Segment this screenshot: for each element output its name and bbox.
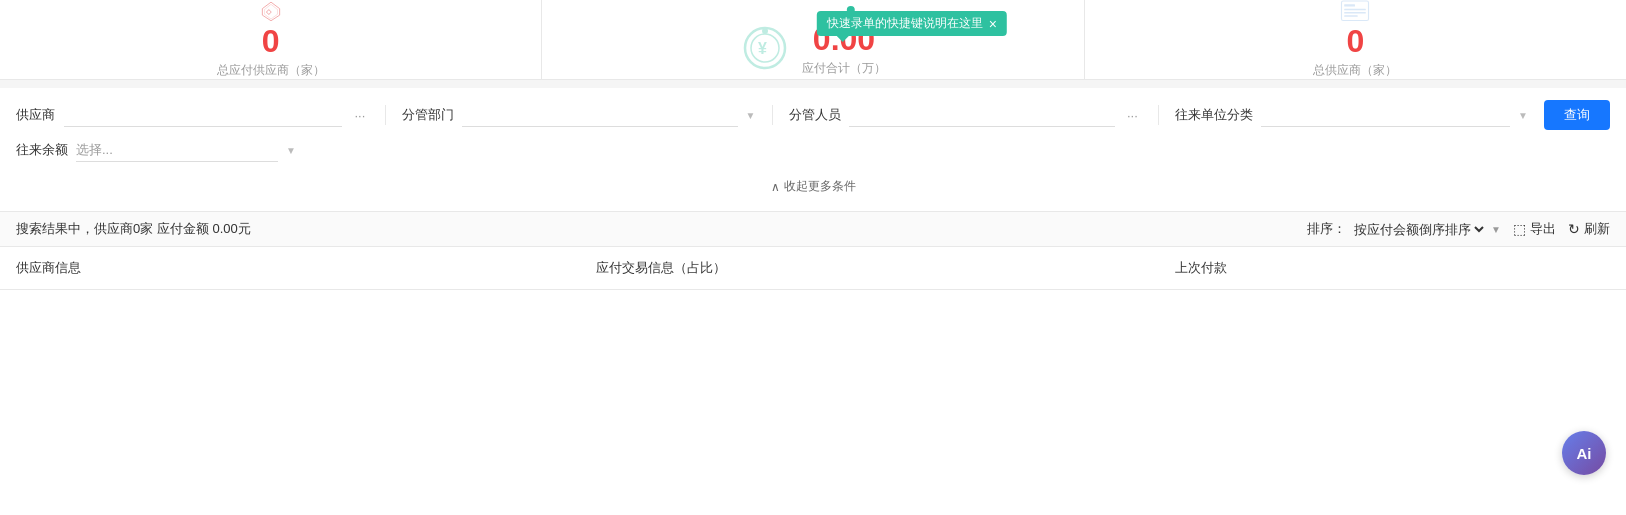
export-button[interactable]: ⬚ 导出 [1513,220,1556,238]
balance-filter: 往来余额 选择... ▼ [16,138,296,162]
divider-2 [772,105,773,125]
diamond-logo-icon: ◇ [246,0,296,22]
person-filter: 分管人员 ··· [789,103,1142,127]
person-more-button[interactable]: ··· [1123,108,1142,123]
divider-1 [385,105,386,125]
coin-icon: ¥ [740,23,790,73]
svg-text:¥: ¥ [758,40,767,57]
shortcut-tooltip: 快速录单的快捷键说明在这里 × [817,11,1007,36]
refresh-button[interactable]: ↻ 刷新 [1568,220,1610,238]
export-label: 导出 [1530,220,1556,238]
svg-rect-9 [1345,9,1367,11]
supplier-more-button[interactable]: ··· [350,108,369,123]
table-container: 供应商信息 应付交易信息（占比） 上次付款 [0,247,1626,515]
person-label: 分管人员 [789,106,841,124]
department-filter: 分管部门 ▼ [402,103,755,127]
supplier-filter: 供应商 ··· [16,103,369,127]
total-payable-suppliers-label: 总应付供应商（家） [217,62,325,79]
stats-bar: ◇ 0 总应付供应商（家） 快速录单的快捷键说明在这里 × ¥ [0,0,1626,80]
stat-total-payable-suppliers: ◇ 0 总应付供应商（家） [0,0,542,79]
unit-category-label: 往来单位分类 [1175,106,1253,124]
results-bar: 搜索结果中，供应商0家 应付金额 0.00元 排序： 按应付会额倒序排序 ▼ ⬚… [0,212,1626,247]
department-dropdown-icon[interactable]: ▼ [746,110,756,121]
results-info: 搜索结果中，供应商0家 应付金额 0.00元 [16,220,251,238]
collapse-label: 收起更多条件 [784,178,856,195]
divider-3 [1158,105,1159,125]
department-label: 分管部门 [402,106,454,124]
svg-rect-7 [1342,1,1369,20]
collapse-up-icon: ∧ [771,180,780,194]
svg-rect-8 [1345,4,1356,6]
department-input[interactable] [462,103,737,127]
total-suppliers-label: 总供应商（家） [1313,62,1397,79]
sort-text: 排序： [1307,220,1346,238]
total-payable-suppliers-number: 0 [262,22,280,60]
stat-payable-total: 快速录单的快捷键说明在这里 × ¥ 0.00 应付合计（万） [542,0,1084,79]
unit-category-input[interactable] [1261,103,1510,127]
refresh-label: 刷新 [1584,220,1610,238]
document-icon [1330,0,1380,22]
filter-row-1: 供应商 ··· 分管部门 ▼ 分管人员 ··· 往来单位分类 ▼ 查询 [16,100,1610,130]
col-last-payment-header: 上次付款 [1175,259,1610,277]
sort-dropdown-icon[interactable]: ▼ [1491,224,1501,235]
unit-category-filter: 往来单位分类 ▼ [1175,103,1528,127]
total-suppliers-number: 0 [1346,22,1364,60]
svg-rect-10 [1345,12,1367,14]
table-body [0,290,1626,515]
balance-label: 往来余额 [16,141,68,159]
svg-point-6 [762,28,768,34]
filter-row-2: 往来余额 选择... ▼ [16,138,1610,162]
ai-button[interactable]: Ai [1562,431,1606,475]
collapse-row: ∧ 收起更多条件 [16,170,1610,203]
balance-dropdown-icon[interactable]: ▼ [286,145,296,156]
stat-total-suppliers: 0 总供应商（家） [1085,0,1626,79]
balance-select[interactable]: 选择... [76,138,278,162]
collapse-button[interactable]: ∧ 收起更多条件 [759,176,868,197]
table-header: 供应商信息 应付交易信息（占比） 上次付款 [0,247,1626,290]
filter-section: 供应商 ··· 分管部门 ▼ 分管人员 ··· 往来单位分类 ▼ 查询 [0,88,1626,212]
sort-control: 排序： 按应付会额倒序排序 ▼ [1307,220,1501,238]
tooltip-close-button[interactable]: × [989,17,997,31]
svg-rect-11 [1345,15,1359,17]
supplier-label: 供应商 [16,106,56,124]
svg-text:◇: ◇ [265,8,272,15]
refresh-icon: ↻ [1568,221,1580,237]
tooltip-text: 快速录单的快捷键说明在这里 [827,15,983,32]
supplier-input[interactable] [64,103,342,127]
search-button[interactable]: 查询 [1544,100,1610,130]
person-input[interactable] [849,103,1115,127]
export-icon: ⬚ [1513,221,1526,237]
payable-total-label: 应付合计（万） [802,60,886,77]
sort-select[interactable]: 按应付会额倒序排序 [1350,221,1487,238]
col-supplier-info-header: 供应商信息 [16,259,596,277]
col-transaction-header: 应付交易信息（占比） [596,259,1176,277]
tooltip-container: 快速录单的快捷键说明在这里 × [817,6,855,14]
unit-category-dropdown-icon[interactable]: ▼ [1518,110,1528,121]
results-actions: 排序： 按应付会额倒序排序 ▼ ⬚ 导出 ↻ 刷新 [1307,220,1610,238]
